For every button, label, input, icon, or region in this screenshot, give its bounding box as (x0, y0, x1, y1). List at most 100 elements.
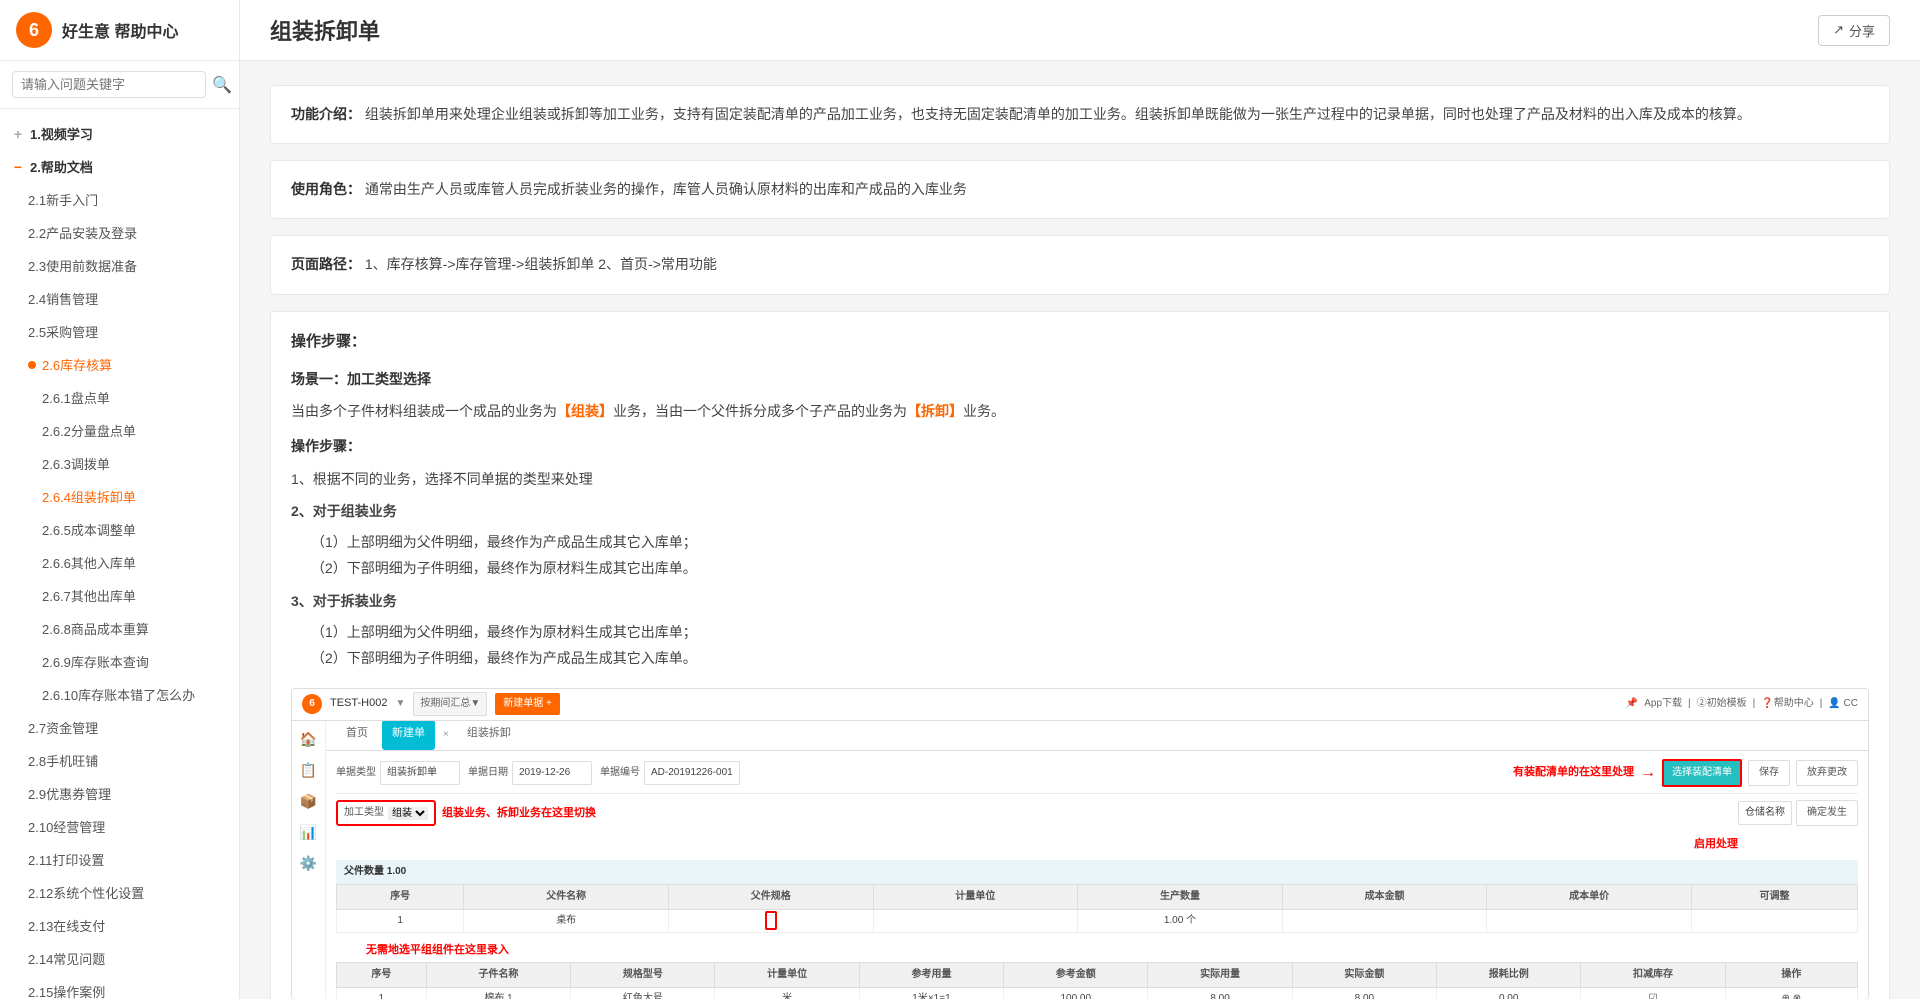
cell-spec-input[interactable] (765, 911, 777, 930)
annotation-block4: 启用处理 (336, 830, 1738, 855)
sidebar-item-s22[interactable]: 2.2产品安装及登录 (0, 216, 239, 249)
sidebar-item-s21[interactable]: 2.1新手入门 (0, 183, 239, 216)
fake-nav-tabs: 首页 新建单 × 组装拆卸 (326, 721, 1868, 751)
fake-date-input[interactable]: 2019-12-26 (512, 761, 592, 785)
intro-label: 功能介绍： (291, 106, 361, 122)
cell-adjustable (1691, 909, 1857, 932)
fake-new-btn[interactable]: 新建单据 + (495, 693, 560, 715)
sidebar-item-s210[interactable]: 2.10经营管理 (0, 810, 239, 843)
sidebar-item-s266[interactable]: 2.6.6其他入库单 (0, 546, 239, 579)
fake-parent-table: 序号 父件名称 父件规格 计量单位 生产数量 成本金额 成本单价 (336, 884, 1858, 933)
fake-child-section: 序号 子件名称 规格型号 计量单位 参考用量 参考金额 实际用量 (336, 962, 1858, 998)
step3-2: （2）下部明细为子件明细，最终作为产成品生成其它入库单。 (291, 645, 1869, 672)
fake-select-period[interactable]: 按期间汇总▼ (413, 692, 487, 716)
cell-c-name1: 棉布 1 (426, 988, 570, 999)
ops-steps-label: 操作步骤： (291, 434, 1869, 459)
fake-parent-title: 父件数量 1.00 (344, 863, 406, 881)
intro-block: 功能介绍： 组装拆卸单用来处理企业组装或拆卸等加工业务，支持有固定装配清单的产品… (270, 85, 1890, 144)
cell-c-ratio1: 0.00 (1437, 988, 1581, 999)
sidebar-item-help-docs[interactable]: − 2.帮助文档 (0, 150, 239, 183)
step2: 2、对于组装业务 (291, 498, 1869, 525)
sidebar-item-s268[interactable]: 2.6.8商品成本重算 (0, 612, 239, 645)
th-cost-unit: 成本单价 (1487, 884, 1692, 909)
sidebar-item-s215[interactable]: 2.15操作案例 (0, 975, 239, 999)
table-row: 1 棉布 1 红色大号 米 1米×1=1 100.00 8.00 (337, 988, 1858, 999)
sidebar-item-s263[interactable]: 2.6.3调拨单 (0, 447, 239, 480)
cell-cost (1282, 909, 1487, 932)
path-label: 页面路径： (291, 256, 361, 272)
sidebar-item-s28[interactable]: 2.8手机旺铺 (0, 744, 239, 777)
sidebar-item-s2610[interactable]: 2.6.10库存账本错了怎么办 (0, 678, 239, 711)
sidebar-item-s24[interactable]: 2.4销售管理 (0, 282, 239, 315)
fake-warehouse-input[interactable]: 仓储名称 (1738, 801, 1792, 825)
th-c-act-qty: 实际用量 (1148, 963, 1292, 988)
cell-parent-spec (668, 909, 873, 932)
fake-parent-section: 父件数量 1.00 序号 父件名称 父件规格 (336, 860, 1858, 933)
sidebar-item-s27[interactable]: 2.7资金管理 (0, 711, 239, 744)
sidebar-item-s213[interactable]: 2.13在线支付 (0, 909, 239, 942)
fake-topbar: 6 TEST-H002 ▼ 按期间汇总▼ 新建单据 + 📌App下载|②初始模板… (292, 689, 1868, 721)
fake-assembly-type[interactable]: 加工类型 组装 拆卸 (336, 800, 436, 826)
search-input[interactable] (12, 71, 206, 98)
sidebar-item-s26[interactable]: 2.6库存核算 (0, 348, 239, 381)
step2-1: （1）上部明细为父件明细，最终作为产成品生成其它入库单； (291, 529, 1869, 556)
annotation-text3: 组装业务、拆卸业务在这里切换 (442, 804, 596, 824)
th-c-unit: 计量单位 (715, 963, 859, 988)
fake-screen: 6 TEST-H002 ▼ 按期间汇总▼ 新建单据 + 📌App下载|②初始模板… (292, 689, 1868, 999)
sidebar-item-s264[interactable]: 2.6.4组装拆卸单 (0, 480, 239, 513)
fake-assembly-label: 加工类型 (344, 804, 384, 822)
th-c-ratio: 报耗比例 (1437, 963, 1581, 988)
fake-select-bom-btn[interactable]: 选择装配清单 (1662, 759, 1742, 787)
fake-docno-input[interactable]: AD-20191226-001 (644, 761, 740, 785)
share-button[interactable]: ↗ 分享 (1818, 15, 1890, 46)
search-button[interactable]: 🔍 (212, 75, 232, 95)
sidebar-item-s214[interactable]: 2.14常见问题 (0, 942, 239, 975)
page-title: 组装拆卸单 (270, 14, 380, 46)
th-c-ops: 操作 (1725, 963, 1857, 988)
cell-c-ops1: ⊕ ⊗ (1725, 988, 1857, 999)
sidebar-item-videos[interactable]: + 1.视频学习 (0, 117, 239, 150)
sidebar-item-s25[interactable]: 2.5采购管理 (0, 315, 239, 348)
fake-type-input[interactable]: 组装拆卸单 (380, 761, 460, 785)
fake-assembly-select[interactable]: 组装 拆卸 (388, 807, 428, 820)
sidebar-item-s29[interactable]: 2.9优惠券管理 (0, 777, 239, 810)
path-block: 页面路径： 1、库存核算->库存管理->组装拆卸单 2、首页->常用功能 (270, 235, 1890, 294)
sidebar-item-s267[interactable]: 2.6.7其他出库单 (0, 579, 239, 612)
th-cost: 成本金额 (1282, 884, 1487, 909)
sidebar-item-s211[interactable]: 2.11打印设置 (0, 843, 239, 876)
app-logo: 6 (16, 12, 52, 48)
collapse-icon: − (12, 161, 24, 173)
role-block: 使用角色： 通常由生产人员或库管人员完成折装业务的操作，库管人员确认原材料的出库… (270, 160, 1890, 219)
sidebar-item-s269[interactable]: 2.6.9库存账本查询 (0, 645, 239, 678)
cell-c-ref-cost1: 100.00 (1004, 988, 1148, 999)
fake-logo: 6 (302, 694, 322, 714)
fake-tab-new[interactable]: 新建单 (382, 721, 435, 750)
cell-seq: 1 (337, 909, 464, 932)
fake-main-content: 首页 新建单 × 组装拆卸 单据类型 (326, 721, 1868, 999)
content-area: 功能介绍： 组装拆卸单用来处理企业组装或拆卸等加工业务，支持有固定装配清单的产品… (240, 61, 1920, 999)
sidebar-item-s262[interactable]: 2.6.2分量盘点单 (0, 414, 239, 447)
fake-confirm-btn[interactable]: 确定发生 (1796, 800, 1858, 826)
sidebar-item-s261[interactable]: 2.6.1盘点单 (0, 381, 239, 414)
fake-child-table: 序号 子件名称 规格型号 计量单位 参考用量 参考金额 实际用量 (336, 962, 1858, 998)
fake-cancel-btn[interactable]: 放弃更改 (1796, 760, 1858, 786)
th-qty: 生产数量 (1078, 884, 1283, 909)
path-text: 1、库存核算->库存管理->组装拆卸单 2、首页->常用功能 (365, 256, 717, 272)
ops-title: 操作步骤： (291, 328, 1869, 355)
th-c-name: 子件名称 (426, 963, 570, 988)
expand-icon: + (12, 128, 24, 140)
screenshot-container: 6 TEST-H002 ▼ 按期间汇总▼ 新建单据 + 📌App下载|②初始模板… (291, 688, 1869, 999)
th-adjustable: 可调整 (1691, 884, 1857, 909)
sidebar-item-s265[interactable]: 2.6.5成本调整单 (0, 513, 239, 546)
sidebar-item-s212[interactable]: 2.12系统个性化设置 (0, 876, 239, 909)
fake-tab-list[interactable]: 组装拆卸 (457, 721, 521, 750)
annotation-text5: 无需地选平组组件在这里录入 (336, 939, 1858, 963)
sidebar-item-s23[interactable]: 2.3使用前数据准备 (0, 249, 239, 282)
cell-parent-name: 桌布 (464, 909, 669, 932)
main-area: 组装拆卸单 ↗ 分享 功能介绍： 组装拆卸单用来处理企业组装或拆卸等加工业务，支… (240, 0, 1920, 999)
cell-unit (873, 909, 1078, 932)
cell-qty: 1.00 个 (1078, 909, 1283, 932)
fake-save-btn[interactable]: 保存 (1748, 760, 1790, 786)
fake-tab-home[interactable]: 首页 (336, 721, 378, 750)
th-c-ref-cost: 参考金额 (1004, 963, 1148, 988)
